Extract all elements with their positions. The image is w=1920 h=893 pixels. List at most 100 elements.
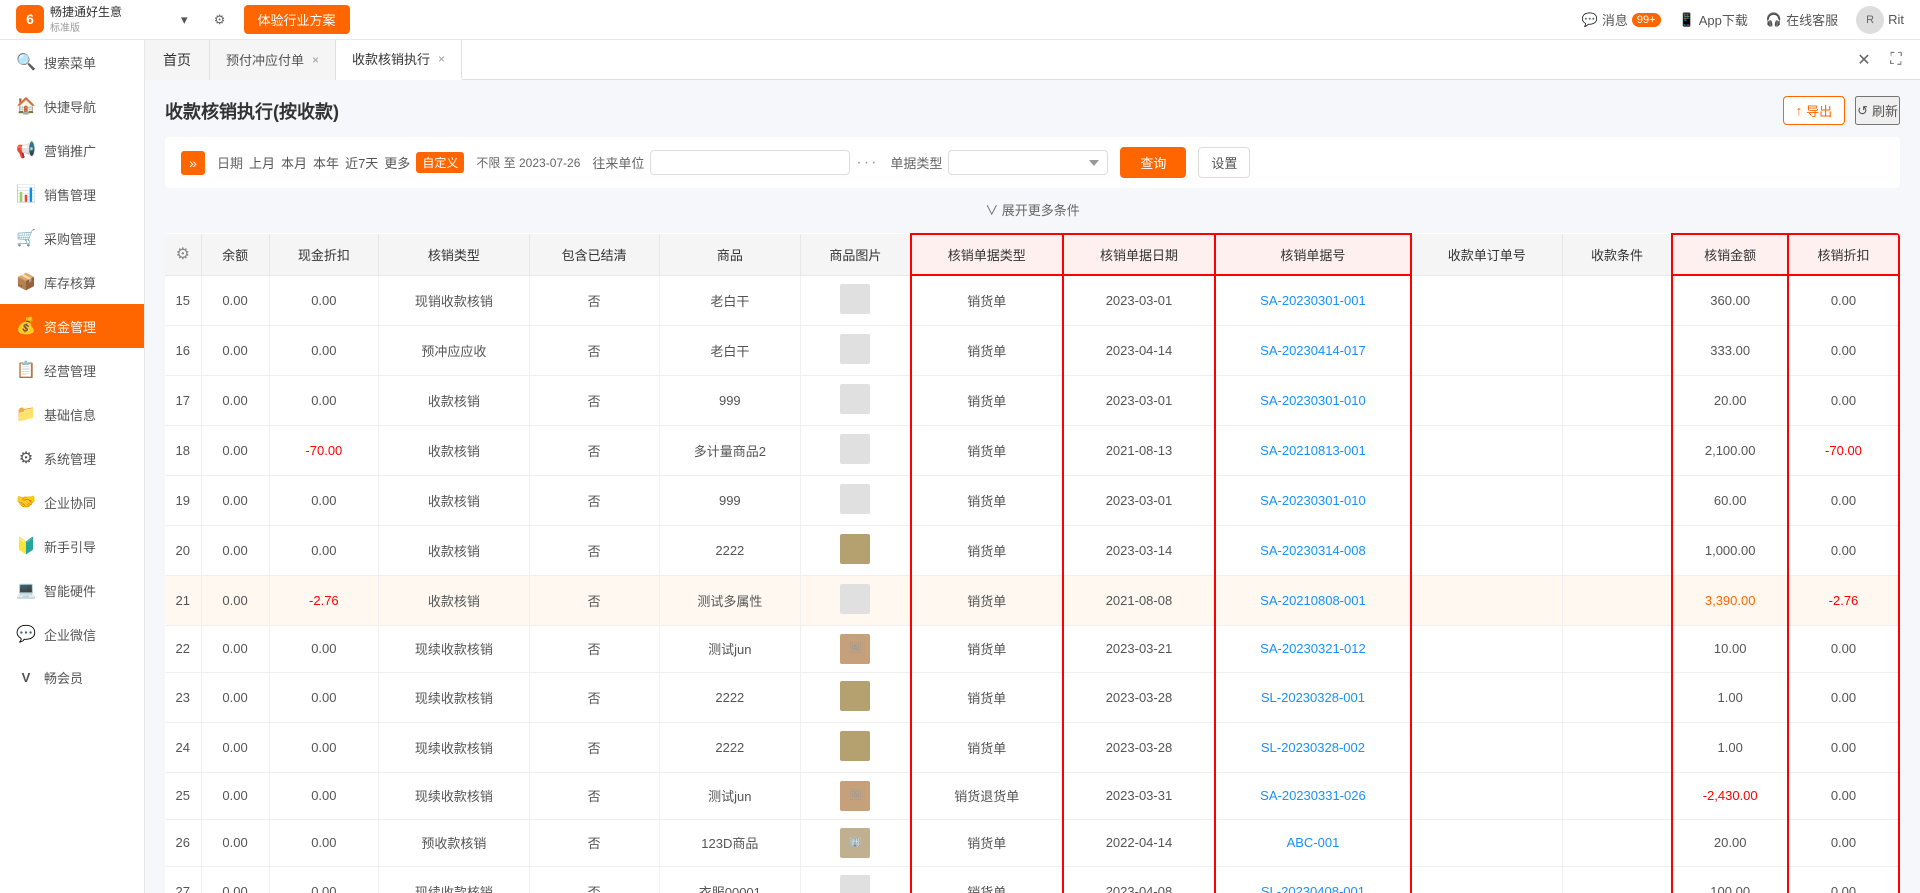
td-verify-bill-type: 销货单 <box>911 475 1063 525</box>
filter-counterpart-dots[interactable]: ··· <box>856 154 878 172</box>
tab-home[interactable]: 首页 <box>145 40 210 80</box>
sidebar-label-guide: 新手引导 <box>44 537 96 556</box>
refresh-button[interactable]: ↺ 刷新 <box>1855 96 1900 125</box>
sidebar-item-guide[interactable]: 🔰 新手引导 <box>0 524 144 568</box>
filter-date-custom[interactable]: 自定义 <box>416 152 464 173</box>
filter-date-7days[interactable]: 近7天 <box>345 153 378 172</box>
sidebar-item-search[interactable]: 🔍 搜索菜单 <box>0 40 144 84</box>
filter-date-this-year[interactable]: 本年 <box>313 153 339 172</box>
filter-date-more[interactable]: 更多 <box>384 153 410 172</box>
sidebar-item-operation[interactable]: 📋 经营管理 <box>0 348 144 392</box>
settings-button[interactable]: 设置 <box>1198 147 1250 178</box>
tab-prepay[interactable]: 预付冲应付单 × <box>210 40 336 80</box>
tab-close-btn[interactable]: ✕ <box>1852 48 1876 72</box>
filter-counterpart-input[interactable] <box>650 150 850 175</box>
col-settings-header[interactable]: ⚙ <box>165 234 201 275</box>
sidebar-item-purchase[interactable]: 🛒 采购管理 <box>0 216 144 260</box>
table-row: 18 0.00 -70.00 收款核销 否 多计量商品2 销货单 2021-08… <box>165 425 1899 475</box>
td-row-num: 27 <box>165 866 201 893</box>
page-actions: ↑ 导出 ↺ 刷新 <box>1783 96 1900 125</box>
sidebar-item-basic[interactable]: 📁 基础信息 <box>0 392 144 436</box>
td-verify-bill-type: 销货单 <box>911 575 1063 625</box>
top-nav-dropdown[interactable]: ▾ <box>173 12 196 28</box>
td-verify-amount: 360.00 <box>1672 275 1788 325</box>
tab-prepay-close[interactable]: × <box>312 53 319 67</box>
sidebar-item-collab[interactable]: 🤝 企业协同 <box>0 480 144 524</box>
th-goods-img: 商品图片 <box>801 234 911 275</box>
collab-icon: 🤝 <box>16 492 36 512</box>
th-cash-discount: 现金折扣 <box>269 234 378 275</box>
td-verify-discount: 0.00 <box>1788 819 1899 866</box>
th-receipt-order-no: 收款单订单号 <box>1411 234 1562 275</box>
td-cash-discount: 0.00 <box>269 475 378 525</box>
sidebar-item-sales[interactable]: 📊 销售管理 <box>0 172 144 216</box>
td-verify-amount: 60.00 <box>1672 475 1788 525</box>
td-row-num: 17 <box>165 375 201 425</box>
td-cash-discount: 0.00 <box>269 772 378 819</box>
online-service-area[interactable]: 🎧 在线客服 <box>1766 10 1838 29</box>
td-receipt-condition <box>1562 625 1672 672</box>
td-verify-discount: 0.00 <box>1788 672 1899 722</box>
th-verify-bill-date: 核销单据日期 <box>1063 234 1215 275</box>
tab-receipt-close[interactable]: × <box>438 52 445 66</box>
wechat-icon: 💬 <box>16 624 36 644</box>
td-verify-bill-type: 销货单 <box>911 625 1063 672</box>
sidebar-item-system[interactable]: ⚙ 系统管理 <box>0 436 144 480</box>
query-button[interactable]: 查询 <box>1120 147 1186 178</box>
user-area[interactable]: R Rit <box>1856 6 1904 34</box>
export-button[interactable]: ↑ 导出 <box>1783 96 1846 125</box>
td-row-num: 23 <box>165 672 201 722</box>
tab-expand-btn[interactable]: ⛶ <box>1884 48 1908 72</box>
td-receipt-condition <box>1562 375 1672 425</box>
td-row-num: 24 <box>165 722 201 772</box>
table-row: 25 0.00 0.00 现续收款核销 否 测试jun 🖼 销货退货单 2023… <box>165 772 1899 819</box>
sidebar-item-quicknav[interactable]: 🏠 快捷导航 <box>0 84 144 128</box>
td-goods-img <box>801 866 911 893</box>
sidebar-label-collab: 企业协同 <box>44 493 96 512</box>
verify-bill-no-link[interactable]: SA-20210808-001 <box>1260 593 1366 608</box>
settings-gear-icon[interactable]: ⚙ <box>208 8 232 32</box>
online-service-icon: 🎧 <box>1766 12 1782 28</box>
filter-voucher-type-select[interactable] <box>948 150 1108 175</box>
td-row-num: 22 <box>165 625 201 672</box>
verify-bill-no-link[interactable]: SA-20210813-001 <box>1260 443 1366 458</box>
verify-bill-no-link[interactable]: SL-20230408-001 <box>1261 884 1365 893</box>
sidebar-item-finance[interactable]: 💰 资金管理 <box>0 304 144 348</box>
expand-more-button[interactable]: ∨ 展开更多条件 <box>985 200 1080 225</box>
verify-bill-no-link[interactable]: SA-20230314-008 <box>1260 543 1366 558</box>
message-label: 消息 <box>1602 10 1628 29</box>
td-verify-discount: 0.00 <box>1788 722 1899 772</box>
filter-date-last-month[interactable]: 上月 <box>249 153 275 172</box>
td-verify-bill-no: SA-20230301-010 <box>1215 375 1411 425</box>
sidebar-item-inventory[interactable]: 📦 库存核算 <box>0 260 144 304</box>
verify-bill-no-link[interactable]: SL-20230328-002 <box>1261 740 1365 755</box>
sidebar-item-marketing[interactable]: 📢 营销推广 <box>0 128 144 172</box>
verify-bill-no-link[interactable]: SL-20230328-001 <box>1261 690 1365 705</box>
filter-date-this-month[interactable]: 本月 <box>281 153 307 172</box>
verify-bill-no-link[interactable]: SA-20230321-012 <box>1260 641 1366 656</box>
verify-bill-no-link[interactable]: SA-20230331-026 <box>1260 788 1366 803</box>
verify-bill-no-link[interactable]: SA-20230414-017 <box>1260 343 1366 358</box>
td-verify-bill-no: SA-20210813-001 <box>1215 425 1411 475</box>
td-cash-discount: 0.00 <box>269 819 378 866</box>
verify-bill-no-link[interactable]: ABC-001 <box>1287 835 1340 850</box>
tab-receipt[interactable]: 收款核销执行 × <box>336 40 462 80</box>
td-cash-discount: 0.00 <box>269 375 378 425</box>
verify-bill-no-link[interactable]: SA-20230301-010 <box>1260 393 1366 408</box>
app-download-area[interactable]: 📱 App下载 <box>1679 10 1748 29</box>
filter-date-group: 日期 上月 本月 本年 近7天 更多 自定义 <box>217 152 464 173</box>
industry-solution-button[interactable]: 体验行业方案 <box>244 5 350 34</box>
sidebar-item-member[interactable]: V 畅会员 <box>0 656 144 699</box>
verify-bill-no-link[interactable]: SA-20230301-001 <box>1260 293 1366 308</box>
sidebar-item-wechat[interactable]: 💬 企业微信 <box>0 612 144 656</box>
td-goods-img: 🖼 <box>801 772 911 819</box>
td-cash-discount: 0.00 <box>269 325 378 375</box>
td-verify-bill-type: 销货退货单 <box>911 772 1063 819</box>
filter-expand-button[interactable]: » <box>181 151 205 175</box>
sidebar-label-system: 系统管理 <box>44 449 96 468</box>
message-icon-area[interactable]: 💬 消息 99+ <box>1582 10 1661 29</box>
td-receipt-order-no <box>1411 275 1562 325</box>
column-settings-icon[interactable]: ⚙ <box>176 246 190 263</box>
verify-bill-no-link[interactable]: SA-20230301-010 <box>1260 493 1366 508</box>
sidebar-item-hardware[interactable]: 💻 智能硬件 <box>0 568 144 612</box>
